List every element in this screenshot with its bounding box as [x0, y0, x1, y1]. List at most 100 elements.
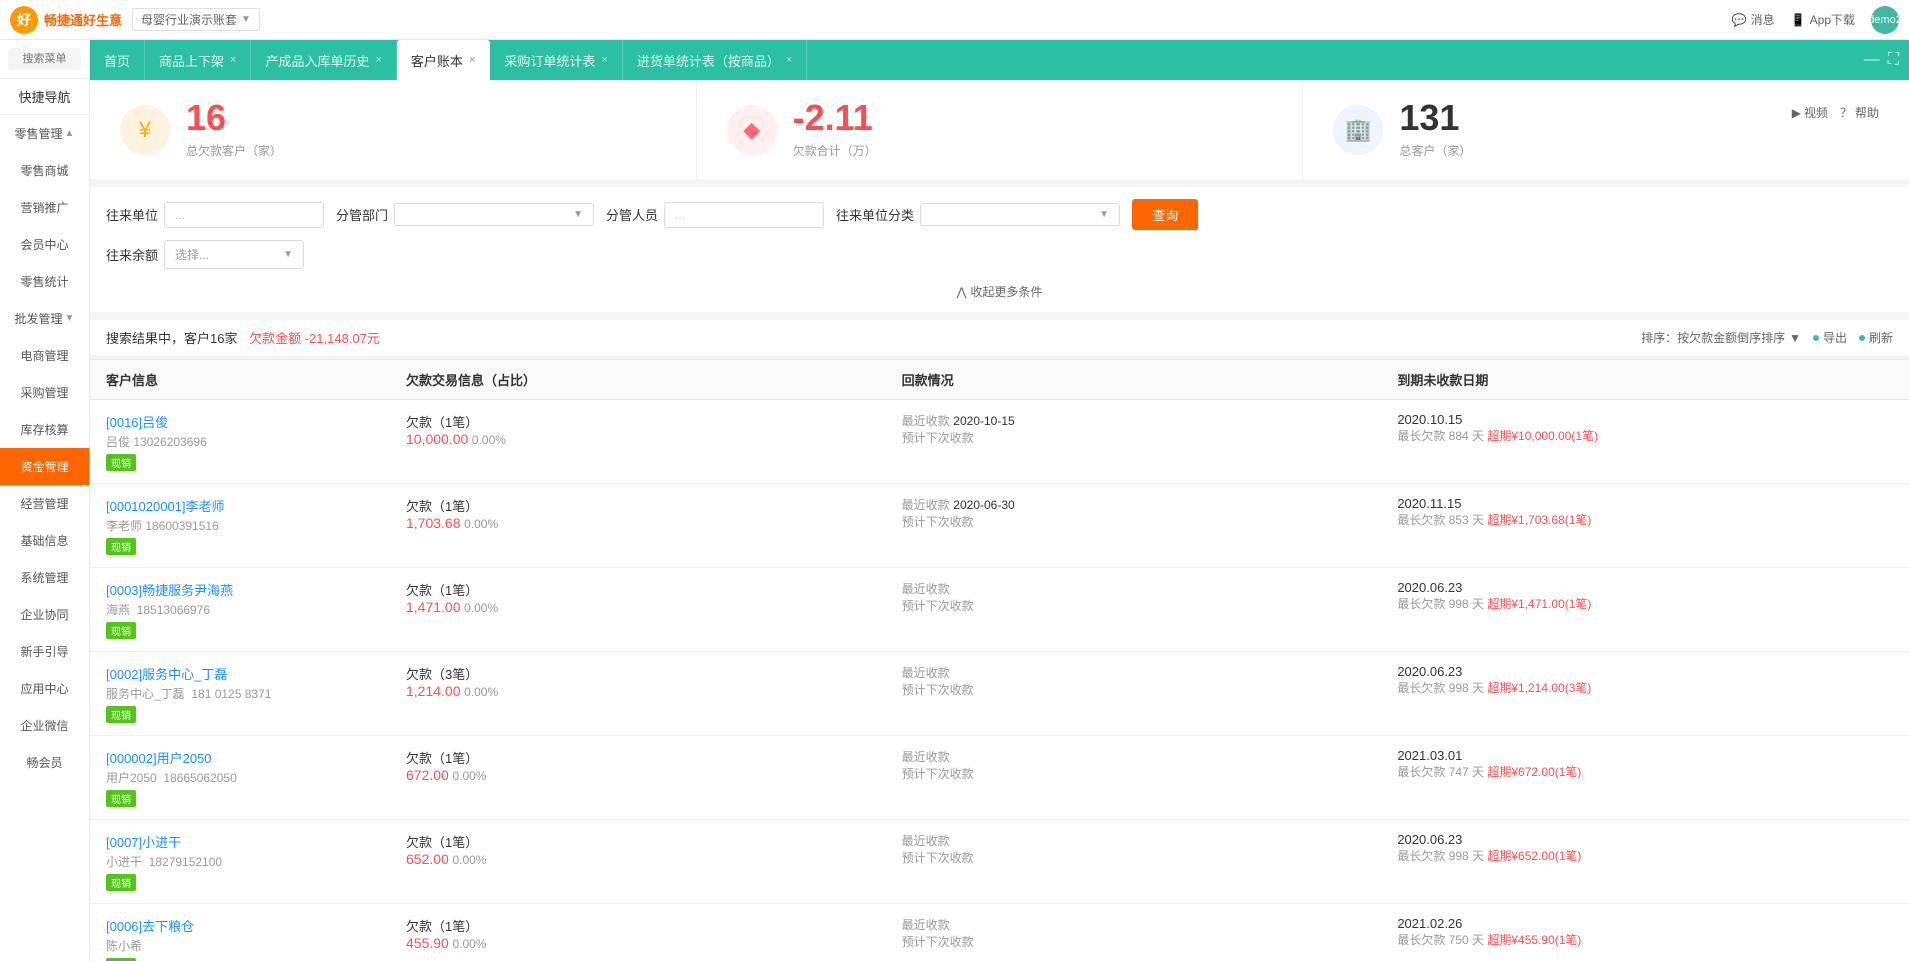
filter-manager: 分管人员 ... — [606, 202, 824, 228]
source-category-label: 往来单位分类 — [836, 205, 914, 224]
overdue-link[interactable]: 超期¥672.00(1笔) — [1487, 765, 1581, 779]
refresh-btn[interactable]: 刷新 — [1859, 329, 1893, 346]
manager-input[interactable]: ... — [664, 202, 824, 228]
debt-info-cell: 欠款（1笔） 652.00 0.00% — [406, 832, 902, 867]
customer-name-link[interactable]: [000002]用户2050 — [106, 751, 212, 766]
filter-area: 往来单位 ... 分管部门 ▼ — [90, 187, 1909, 312]
overdue-link[interactable]: 超期¥1,703.68(1笔) — [1487, 513, 1591, 527]
debt-info-cell: 欠款（1笔） 1,703.68 0.00% — [406, 496, 902, 531]
tab-bar: 首页 商品上下架 × 产成品入库单历史 × 客户账本 × 采购订单统计表 × — [90, 40, 1909, 80]
tab-close-goods[interactable]: × — [230, 54, 236, 66]
customer-phone: 服务中心_丁磊 181 0125 8371 — [106, 685, 406, 702]
overdue-link[interactable]: 超期¥652.00(1笔) — [1487, 849, 1581, 863]
sidebar-item-vip[interactable]: 畅会员 — [0, 744, 89, 781]
source-unit-input[interactable]: ... — [164, 202, 324, 228]
overdue-link[interactable]: 超期¥1,214.00(3笔) — [1487, 681, 1591, 695]
table-row: [0001020001]李老师 李老师 18600391516 现销 欠款（1笔… — [90, 484, 1909, 568]
customer-name-link[interactable]: [0006]去下粮仓 — [106, 919, 194, 934]
customer-info-cell: [0006]去下粮仓 陈小希 现销 — [106, 916, 406, 961]
customer-name-link[interactable]: [0002]服务中心_丁磊 — [106, 667, 227, 682]
tab-customer[interactable]: 客户账本 × — [397, 40, 490, 80]
tab-close-production[interactable]: × — [375, 54, 381, 66]
sort-select[interactable]: 排序：按欠款金额倒序排序 ▼ — [1641, 329, 1801, 346]
tab-close-purchase[interactable]: × — [601, 54, 607, 66]
source-unit-dots: ... — [175, 208, 185, 222]
filter-source-unit: 往来单位 ... — [106, 202, 324, 228]
sidebar-item-retail-store[interactable]: 零售商城 — [0, 152, 89, 189]
tab-close-customer[interactable]: × — [469, 54, 475, 66]
sidebar-item-enterprise-wechat[interactable]: 企业微信 — [0, 707, 89, 744]
sidebar-item-operations[interactable]: 经营管理 — [0, 485, 89, 522]
customer-phone: 海燕 18513066976 — [106, 601, 406, 618]
diamond-icon: ◆ — [727, 105, 777, 155]
tab-goods[interactable]: 商品上下架 × — [145, 40, 251, 80]
department-select[interactable]: ▼ — [394, 203, 594, 226]
customer-phone: 李老师 18600391516 — [106, 517, 406, 534]
sidebar-item-retail-mgmt[interactable]: 零售管理 ▲ — [0, 115, 89, 152]
help-btn[interactable]: ？ 帮助 — [1840, 104, 1879, 121]
user-avatar-btn[interactable]: demo2 — [1871, 6, 1899, 34]
sidebar-item-member[interactable]: 会员中心 — [0, 226, 89, 263]
app-download-btn[interactable]: 📱 App下载 — [1791, 11, 1855, 28]
building-icon: 🏢 — [1333, 105, 1383, 155]
sidebar-item-system[interactable]: 系统管理 — [0, 559, 89, 596]
table-row: [0006]去下粮仓 陈小希 现销 欠款（1笔） 455.90 0.00% 最近… — [90, 904, 1909, 961]
debt-info-cell: 欠款（3笔） 1,214.00 0.00% — [406, 664, 902, 699]
tab-production[interactable]: 产成品入库单历史 × — [251, 40, 396, 80]
source-category-select[interactable]: ▼ — [920, 203, 1120, 226]
sidebar-item-purchase-mgmt[interactable]: 采购管理 — [0, 374, 89, 411]
sidebar-item-newbie[interactable]: 新手引导 — [0, 633, 89, 670]
stat-debt-amount: ◆ -2.11 欠款合计（万） — [697, 80, 1304, 179]
message-btn[interactable]: 💬 消息 — [1732, 11, 1775, 28]
overdue-link[interactable]: 超期¥10,000.00(1笔) — [1487, 429, 1598, 443]
sidebar-item-quick-nav[interactable]: 快捷导航 — [0, 79, 89, 115]
tab-expand-icon[interactable]: ⛶ — [1888, 51, 1899, 69]
th-recovery: 回款情况 — [902, 370, 1398, 389]
stats-row: ¥ 16 总欠款客户（家） ◆ -2.11 欠款合计（万） — [90, 80, 1909, 179]
sidebar-item-enterprise[interactable]: 企业协同 — [0, 596, 89, 633]
tab-minus-icon[interactable]: — — [1864, 51, 1880, 69]
balance-select[interactable]: 选择... ▼ — [164, 240, 304, 269]
tab-home[interactable]: 首页 — [90, 40, 145, 80]
debt-info-cell: 欠款（1笔） 455.90 0.00% — [406, 916, 902, 951]
sort-label: 排序：按欠款金额倒序排序 — [1641, 329, 1785, 346]
app-name: 畅捷通好生意 — [44, 10, 122, 29]
debt-customers-label: 总欠款客户（家） — [186, 142, 282, 159]
collapse-btn[interactable]: ⋀ 收起更多条件 — [106, 279, 1893, 304]
customer-info-cell: [0003]畅捷服务尹海燕 海燕 18513066976 现销 — [106, 580, 406, 639]
overdue-link[interactable]: 超期¥1,471.00(1笔) — [1487, 597, 1591, 611]
sidebar-item-retail-stats[interactable]: 零售统计 — [0, 263, 89, 300]
customer-name-link[interactable]: [0003]畅捷服务尹海燕 — [106, 583, 233, 598]
store-selector[interactable]: 母婴行业演示账套 ▼ — [132, 8, 260, 31]
avatar: demo2 — [1871, 6, 1899, 34]
table-row: [0003]畅捷服务尹海燕 海燕 18513066976 现销 欠款（1笔） 1… — [90, 568, 1909, 652]
search-button[interactable]: 查询 — [1132, 199, 1198, 230]
filter-department: 分管部门 ▼ — [336, 203, 594, 226]
sidebar-item-ecommerce[interactable]: 电商管理 — [0, 337, 89, 374]
export-dot-icon — [1813, 335, 1819, 341]
debt-customers-number: 16 — [186, 100, 282, 136]
customer-name-link[interactable]: [0007]小进干 — [106, 835, 181, 850]
overdue-link[interactable]: 超期¥455.90(1笔) — [1487, 933, 1581, 947]
tab-stock[interactable]: 进货单统计表（按商品） × — [623, 40, 807, 80]
tab-purchase[interactable]: 采购订单统计表 × — [490, 40, 622, 80]
sidebar-item-finance[interactable]: 资金管理 — [0, 448, 89, 485]
tab-close-stock[interactable]: × — [786, 54, 792, 66]
search-input[interactable] — [8, 48, 81, 70]
sidebar-item-inventory[interactable]: 库存核算 — [0, 411, 89, 448]
recovery-cell: 最近收款 2020-10-15 预计下次收款 — [902, 412, 1398, 446]
customer-badge: 现销 — [106, 790, 136, 807]
yuan-icon: ¥ — [120, 105, 170, 155]
sidebar-item-basic-info[interactable]: 基础信息 — [0, 522, 89, 559]
balance-placeholder: 选择... — [175, 246, 209, 263]
customer-badge: 现销 — [106, 538, 136, 555]
customer-name-link[interactable]: [0016]吕俊 — [106, 415, 168, 430]
customer-badge: 现销 — [106, 622, 136, 639]
dept-chevron-icon: ▼ — [573, 209, 583, 220]
sidebar-item-marketing[interactable]: 营销推广 — [0, 189, 89, 226]
sidebar-item-app-center[interactable]: 应用中心 — [0, 670, 89, 707]
export-btn[interactable]: 导出 — [1813, 329, 1847, 346]
customer-name-link[interactable]: [0001020001]李老师 — [106, 499, 225, 514]
sidebar-item-wholesale-mgmt[interactable]: 批发管理 ▼ — [0, 300, 89, 337]
video-btn[interactable]: ▶ 视频 — [1792, 104, 1828, 121]
